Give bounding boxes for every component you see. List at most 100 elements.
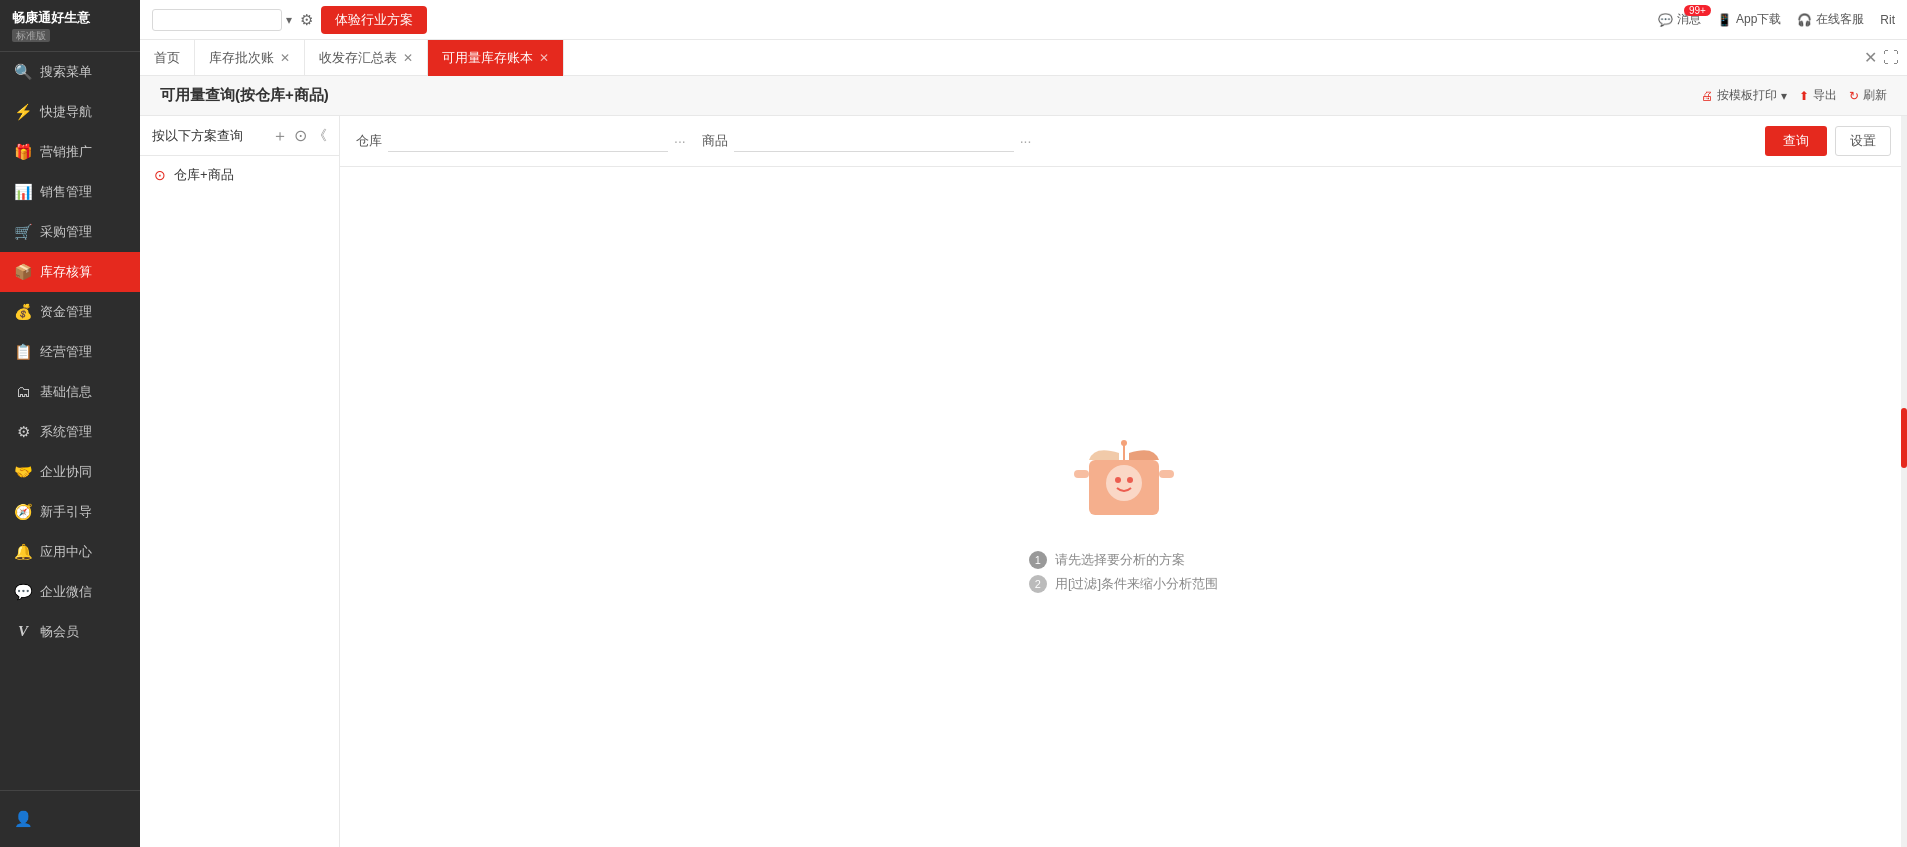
tab-close-icon[interactable]: ✕ xyxy=(539,51,549,65)
goods-more-button[interactable]: ··· xyxy=(1020,133,1032,149)
tab-close-icon[interactable]: ✕ xyxy=(280,51,290,65)
box-icon: 📦 xyxy=(14,263,32,281)
handshake-icon: 🤝 xyxy=(14,463,32,481)
sidebar-item-label: 库存核算 xyxy=(40,263,92,281)
step1-text: 请先选择要分析的方案 xyxy=(1055,551,1185,569)
tab-batch-ledger[interactable]: 库存批次账 ✕ xyxy=(195,40,305,76)
sidebar-item-inventory[interactable]: 📦 库存核算 xyxy=(0,252,140,292)
sidebar-item-sales[interactable]: 📊 销售管理 xyxy=(0,172,140,212)
app-download-button[interactable]: 📱 App下载 xyxy=(1717,11,1781,28)
chat-icon: 💬 xyxy=(14,583,32,601)
svg-point-3 xyxy=(1127,477,1133,483)
sidebar-item-newbie[interactable]: 🧭 新手引导 xyxy=(0,492,140,532)
refresh-button[interactable]: ↻ 刷新 xyxy=(1849,87,1887,104)
sidebar-logo: 畅康通好生意 标准版 xyxy=(0,0,140,52)
goods-input[interactable] xyxy=(734,130,1014,152)
user-name[interactable]: Rit xyxy=(1880,13,1895,27)
sidebar-item-user[interactable]: 👤 xyxy=(0,799,140,839)
sidebar-item-label: 应用中心 xyxy=(40,543,92,561)
print-button[interactable]: 🖨 按模板打印 ▾ xyxy=(1701,87,1787,104)
sidebar-item-label: 企业协同 xyxy=(40,463,92,481)
sidebar-item-wechat[interactable]: 💬 企业微信 xyxy=(0,572,140,612)
sidebar-item-member[interactable]: V 畅会员 xyxy=(0,612,140,652)
warehouse-input[interactable] xyxy=(388,130,668,152)
goods-label: 商品 xyxy=(702,132,728,150)
tab-available-ledger-label: 可用量库存账本 xyxy=(442,49,533,67)
trial-button[interactable]: 体验行业方案 xyxy=(321,6,427,34)
sidebar-item-marketing[interactable]: 🎁 营销推广 xyxy=(0,132,140,172)
tab-close-icon[interactable]: ✕ xyxy=(403,51,413,65)
compass-icon: 🧭 xyxy=(14,503,32,521)
step2-text: 用[过滤]条件来缩小分析范围 xyxy=(1055,575,1218,593)
brand-name: 畅康通好生意 xyxy=(12,10,128,27)
filter-settings-button[interactable]: ⊙ xyxy=(294,126,307,145)
sidebar-item-label: 基础信息 xyxy=(40,383,92,401)
tab-recv-summary-label: 收发存汇总表 xyxy=(319,49,397,67)
sidebar-item-apps[interactable]: 🔔 应用中心 xyxy=(0,532,140,572)
filter-panel: 按以下方案查询 ＋ ⊙ 《 ⊙ 仓库+商品 xyxy=(140,116,340,847)
bell-icon: 🔔 xyxy=(14,543,32,561)
tab-available-ledger[interactable]: 可用量库存账本 ✕ xyxy=(428,40,564,76)
svg-point-2 xyxy=(1115,477,1121,483)
tab-home[interactable]: 首页 xyxy=(140,40,195,76)
export-button[interactable]: ⬆ 导出 xyxy=(1799,87,1837,104)
svg-rect-6 xyxy=(1074,470,1089,478)
tab-window-close-button[interactable]: ✕ xyxy=(1864,48,1877,67)
warehouse-more-button[interactable]: ··· xyxy=(674,133,686,149)
tabs-bar: 首页 库存批次账 ✕ 收发存汇总表 ✕ 可用量库存账本 ✕ ✕ ⛶ xyxy=(140,40,1907,76)
sidebar-scroll: 🔍 搜索菜单 ⚡ 快捷导航 🎁 营销推广 📊 销售管理 🛒 采购管理 📦 库存核… xyxy=(0,52,140,790)
empty-step2: 2 用[过滤]条件来缩小分析范围 xyxy=(1029,575,1218,593)
filter-scheme-item[interactable]: ⊙ 仓库+商品 xyxy=(140,156,339,194)
empty-text: 1 请先选择要分析的方案 2 用[过滤]条件来缩小分析范围 xyxy=(1029,551,1218,599)
sidebar-item-shortcut[interactable]: ⚡ 快捷导航 xyxy=(0,92,140,132)
tab-window-expand-button[interactable]: ⛶ xyxy=(1883,49,1899,67)
sidebar-item-basic[interactable]: 🗂 基础信息 xyxy=(0,372,140,412)
scrollbar-thumb xyxy=(1901,408,1907,468)
page-header: 可用量查询(按仓库+商品) 🖨 按模板打印 ▾ ⬆ 导出 ↻ 刷新 xyxy=(140,76,1907,116)
sidebar-item-system[interactable]: ⚙ 系统管理 xyxy=(0,412,140,452)
scheme-icon: ⊙ xyxy=(154,167,166,183)
svg-point-1 xyxy=(1106,465,1142,501)
right-scrollbar[interactable] xyxy=(1901,116,1907,847)
print-label: 按模板打印 xyxy=(1717,87,1777,104)
messages-button[interactable]: 💬 消息 99+ xyxy=(1658,11,1701,28)
gift-icon: 🎁 xyxy=(14,143,32,161)
sidebar: 畅康通好生意 标准版 🔍 搜索菜单 ⚡ 快捷导航 🎁 营销推广 📊 销售管理 🛒… xyxy=(0,0,140,847)
money-icon: 💰 xyxy=(14,303,32,321)
sidebar-item-label: 采购管理 xyxy=(40,223,92,241)
sidebar-item-label: 经营管理 xyxy=(40,343,92,361)
query-settings-button[interactable]: 设置 xyxy=(1835,126,1891,156)
folder-icon: 🗂 xyxy=(14,383,32,400)
page-title: 可用量查询(按仓库+商品) xyxy=(160,86,329,105)
user-icon: 👤 xyxy=(14,810,32,828)
content-area: 按以下方案查询 ＋ ⊙ 《 ⊙ 仓库+商品 仓库 ··· xyxy=(140,116,1907,847)
sidebar-item-search[interactable]: 🔍 搜索菜单 xyxy=(0,52,140,92)
brand-tag: 标准版 xyxy=(12,29,50,42)
sidebar-item-finance[interactable]: 💰 资金管理 xyxy=(0,292,140,332)
settings-icon[interactable]: ⚙ xyxy=(300,11,313,29)
sidebar-item-label: 畅会员 xyxy=(40,623,79,641)
sidebar-item-label: 资金管理 xyxy=(40,303,92,321)
warehouse-field: 仓库 ··· xyxy=(356,130,686,152)
tabs-bar-right: ✕ ⛶ xyxy=(1864,48,1907,67)
tab-batch-ledger-label: 库存批次账 xyxy=(209,49,274,67)
refresh-icon: ↻ xyxy=(1849,89,1859,103)
sidebar-item-operations[interactable]: 📋 经营管理 xyxy=(0,332,140,372)
messages-badge: 99+ xyxy=(1684,5,1711,16)
dropdown-icon[interactable]: ▾ xyxy=(286,13,292,27)
online-service-button[interactable]: 🎧 在线客服 xyxy=(1797,11,1864,28)
filter-panel-actions: ＋ ⊙ 《 xyxy=(272,126,327,145)
print-dropdown-icon[interactable]: ▾ xyxy=(1781,89,1787,103)
tab-recv-summary[interactable]: 收发存汇总表 ✕ xyxy=(305,40,428,76)
filter-collapse-button[interactable]: 《 xyxy=(313,127,327,145)
online-service-label: 在线客服 xyxy=(1816,11,1864,28)
search-input[interactable] xyxy=(152,9,282,31)
sidebar-item-label: 营销推广 xyxy=(40,143,92,161)
filter-add-button[interactable]: ＋ xyxy=(272,128,288,144)
tab-home-label: 首页 xyxy=(154,49,180,67)
sidebar-item-purchase[interactable]: 🛒 采购管理 xyxy=(0,212,140,252)
sidebar-item-corp[interactable]: 🤝 企业协同 xyxy=(0,452,140,492)
query-button[interactable]: 查询 xyxy=(1765,126,1827,156)
chart-icon: 📊 xyxy=(14,183,32,201)
sidebar-item-label: 企业微信 xyxy=(40,583,92,601)
